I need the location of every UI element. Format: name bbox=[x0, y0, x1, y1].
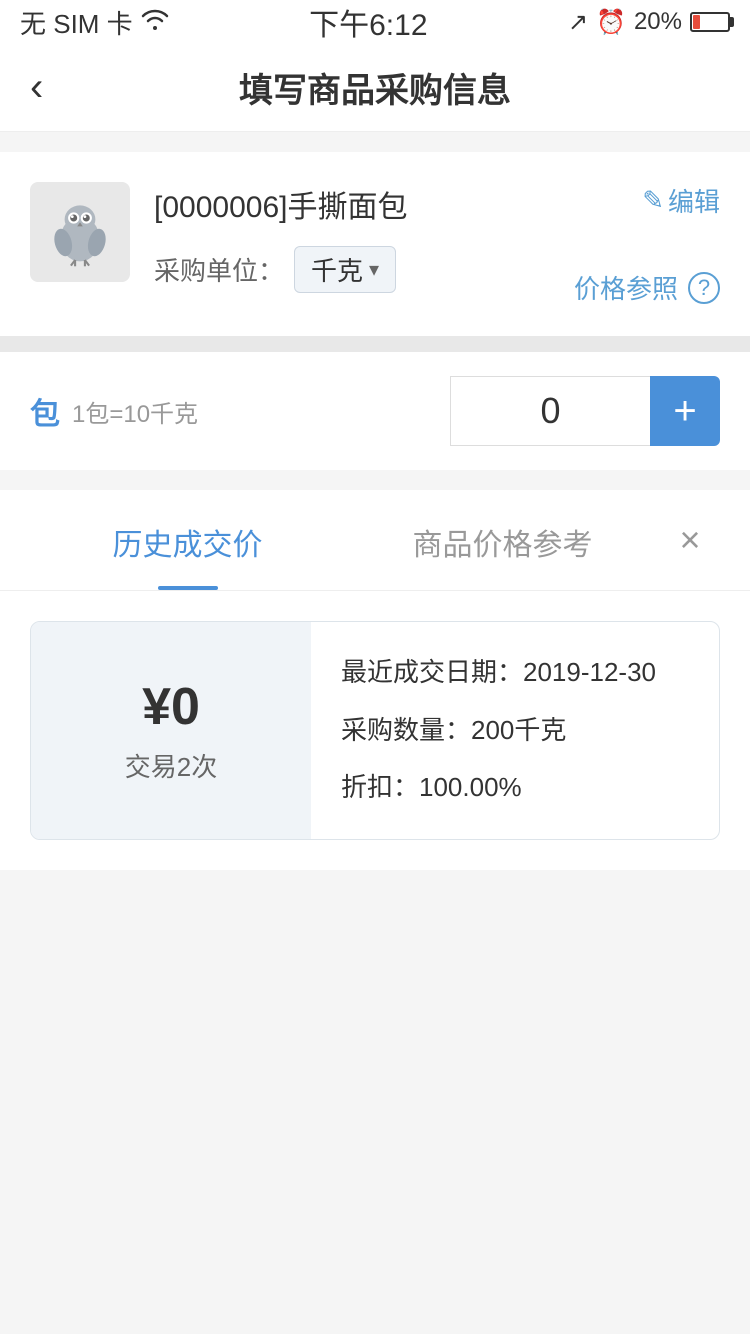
product-image-icon bbox=[45, 197, 115, 267]
time-display: 下午6:12 bbox=[309, 0, 427, 44]
tab-history-price[interactable]: 历史成交价 bbox=[30, 490, 345, 590]
tabs-header: 历史成交价 商品价格参考 × bbox=[0, 490, 750, 591]
qty-value: 200千克 bbox=[471, 715, 566, 745]
status-left: 无 SIM 卡 bbox=[20, 4, 169, 41]
quantity-unit-label: 包 bbox=[30, 389, 60, 433]
product-name: [0000006]手撕面包 bbox=[154, 182, 407, 226]
status-bar: 无 SIM 卡 下午6:12 ↗ ⏰ 20% bbox=[0, 0, 750, 44]
status-right: ↗ ⏰ 20% bbox=[568, 8, 730, 37]
alarm-icon: ⏰ bbox=[596, 8, 626, 37]
edit-button[interactable]: ✎ 编辑 bbox=[642, 182, 720, 219]
tab-price-reference[interactable]: 商品价格参考 bbox=[345, 490, 660, 590]
history-content: ¥0 交易2次 最近成交日期：2019-12-30 采购数量：200千克 折扣：… bbox=[0, 591, 750, 870]
edit-label: 编辑 bbox=[668, 182, 720, 219]
quantity-controls: + bbox=[450, 376, 720, 446]
date-label: 最近成交日期： bbox=[341, 657, 523, 687]
discount-value: 100.00% bbox=[419, 772, 522, 802]
date-value: 2019-12-30 bbox=[523, 657, 656, 687]
nav-bar: ‹ 填写商品采购信息 bbox=[0, 44, 750, 132]
card-date: 最近成交日期：2019-12-30 bbox=[341, 652, 689, 694]
product-thumbnail bbox=[30, 182, 130, 282]
discount-label: 折扣： bbox=[341, 772, 419, 802]
card-price-value: ¥0 bbox=[142, 677, 200, 737]
quantity-unit-sub: 1包=10千克 bbox=[72, 394, 198, 429]
product-section: [0000006]手撕面包 采购单位： 千克 ▾ ✎ 编辑 价格参照 ? bbox=[0, 152, 750, 336]
tabs-close-button[interactable]: × bbox=[660, 509, 720, 571]
help-icon[interactable]: ? bbox=[688, 272, 720, 304]
unit-value: 千克 bbox=[311, 251, 363, 288]
battery-percent: 20% bbox=[634, 8, 682, 36]
card-trades-count: 交易2次 bbox=[125, 747, 217, 784]
card-discount: 折扣：100.00% bbox=[341, 767, 689, 809]
card-quantity: 采购数量：200千克 bbox=[341, 710, 689, 752]
tabs-section: 历史成交价 商品价格参考 × ¥0 交易2次 最近成交日期：2019-12-30… bbox=[0, 490, 750, 870]
battery-icon bbox=[690, 12, 730, 32]
unit-label: 采购单位： bbox=[154, 251, 284, 288]
quantity-input[interactable] bbox=[450, 376, 650, 446]
location-icon: ↗ bbox=[568, 8, 588, 37]
product-info: [0000006]手撕面包 采购单位： 千克 ▾ bbox=[154, 182, 407, 293]
wifi-icon bbox=[141, 7, 169, 38]
page-title: 填写商品采购信息 bbox=[239, 63, 511, 112]
back-button[interactable]: ‹ bbox=[30, 65, 90, 110]
unit-dropdown[interactable]: 千克 ▾ bbox=[294, 246, 396, 293]
section-divider bbox=[0, 336, 750, 352]
quantity-plus-button[interactable]: + bbox=[650, 376, 720, 446]
edit-icon: ✎ bbox=[642, 185, 664, 216]
carrier-text: 无 SIM 卡 bbox=[20, 4, 133, 41]
dropdown-arrow-icon: ▾ bbox=[369, 257, 379, 282]
quantity-section: 包 1包=10千克 + bbox=[0, 352, 750, 470]
price-reference-link[interactable]: 价格参照 bbox=[574, 269, 678, 306]
qty-label: 采购数量： bbox=[341, 715, 471, 745]
history-card: ¥0 交易2次 最近成交日期：2019-12-30 采购数量：200千克 折扣：… bbox=[30, 621, 720, 840]
card-detail-panel: 最近成交日期：2019-12-30 采购数量：200千克 折扣：100.00% bbox=[311, 622, 719, 839]
card-price-panel: ¥0 交易2次 bbox=[31, 622, 311, 839]
